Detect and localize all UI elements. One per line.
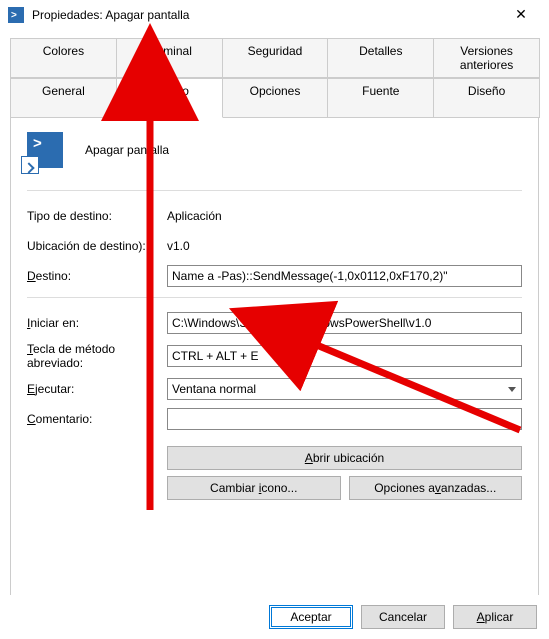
value-ubicacion: v1.0 bbox=[167, 239, 522, 253]
label-ubicacion: Ubicación de destino): bbox=[27, 239, 167, 253]
powershell-icon: > bbox=[8, 7, 24, 23]
svg-text:>: > bbox=[11, 10, 17, 21]
tab-detalles[interactable]: Detalles bbox=[327, 38, 434, 78]
close-icon[interactable]: ✕ bbox=[501, 6, 541, 23]
tab-opciones[interactable]: Opciones bbox=[222, 78, 329, 118]
value-tipo-destino: Aplicación bbox=[167, 209, 522, 223]
button-cambiar-icono[interactable]: Cambiar icono... bbox=[167, 476, 341, 500]
titlebar: > Propiedades: Apagar pantalla ✕ bbox=[0, 0, 549, 30]
button-opciones-avanzadas[interactable]: Opciones avanzadas... bbox=[349, 476, 523, 500]
tab-acceso-directo[interactable]: Acceso directo bbox=[116, 78, 223, 118]
label-tipo-destino: Tipo de destino: bbox=[27, 209, 167, 223]
input-comentario[interactable] bbox=[167, 408, 522, 430]
button-aceptar[interactable]: Aceptar bbox=[269, 605, 353, 629]
input-destino[interactable] bbox=[167, 265, 522, 287]
tab-versiones[interactable]: Versiones anteriores bbox=[433, 38, 540, 78]
tabs: Colores Terminal Seguridad Detalles Vers… bbox=[0, 30, 549, 118]
tab-diseno[interactable]: Diseño bbox=[433, 78, 540, 118]
tab-panel-acceso-directo: Apagar pantalla Tipo de destino: Aplicac… bbox=[10, 117, 539, 615]
label-destino: Destino: bbox=[27, 269, 167, 283]
tab-colores[interactable]: Colores bbox=[10, 38, 117, 78]
input-iniciar-en[interactable] bbox=[167, 312, 522, 334]
window-title: Propiedades: Apagar pantalla bbox=[32, 8, 501, 22]
button-abrir-ubicacion[interactable]: Abrir ubicación bbox=[167, 446, 522, 470]
dialog-footer: Aceptar Cancelar Aplicar bbox=[0, 595, 549, 639]
separator bbox=[27, 297, 522, 298]
label-ejecutar: Ejecutar: bbox=[27, 382, 167, 396]
label-tecla: Tecla de método abreviado: bbox=[27, 342, 167, 370]
tab-terminal[interactable]: Terminal bbox=[116, 38, 223, 78]
tab-fuente[interactable]: Fuente bbox=[327, 78, 434, 118]
input-tecla-abreviado[interactable] bbox=[167, 345, 522, 367]
shortcut-header: Apagar pantalla bbox=[27, 132, 522, 168]
shortcut-name: Apagar pantalla bbox=[85, 143, 169, 157]
tab-general[interactable]: General bbox=[10, 78, 117, 118]
button-cancelar[interactable]: Cancelar bbox=[361, 605, 445, 629]
tab-seguridad[interactable]: Seguridad bbox=[222, 38, 329, 78]
button-aplicar[interactable]: Aplicar bbox=[453, 605, 537, 629]
label-comentario: Comentario: bbox=[27, 412, 167, 426]
label-iniciar: Iniciar en: bbox=[27, 316, 167, 330]
shortcut-icon bbox=[27, 132, 63, 168]
separator bbox=[27, 190, 522, 191]
select-ejecutar[interactable]: Ventana normal bbox=[167, 378, 522, 400]
